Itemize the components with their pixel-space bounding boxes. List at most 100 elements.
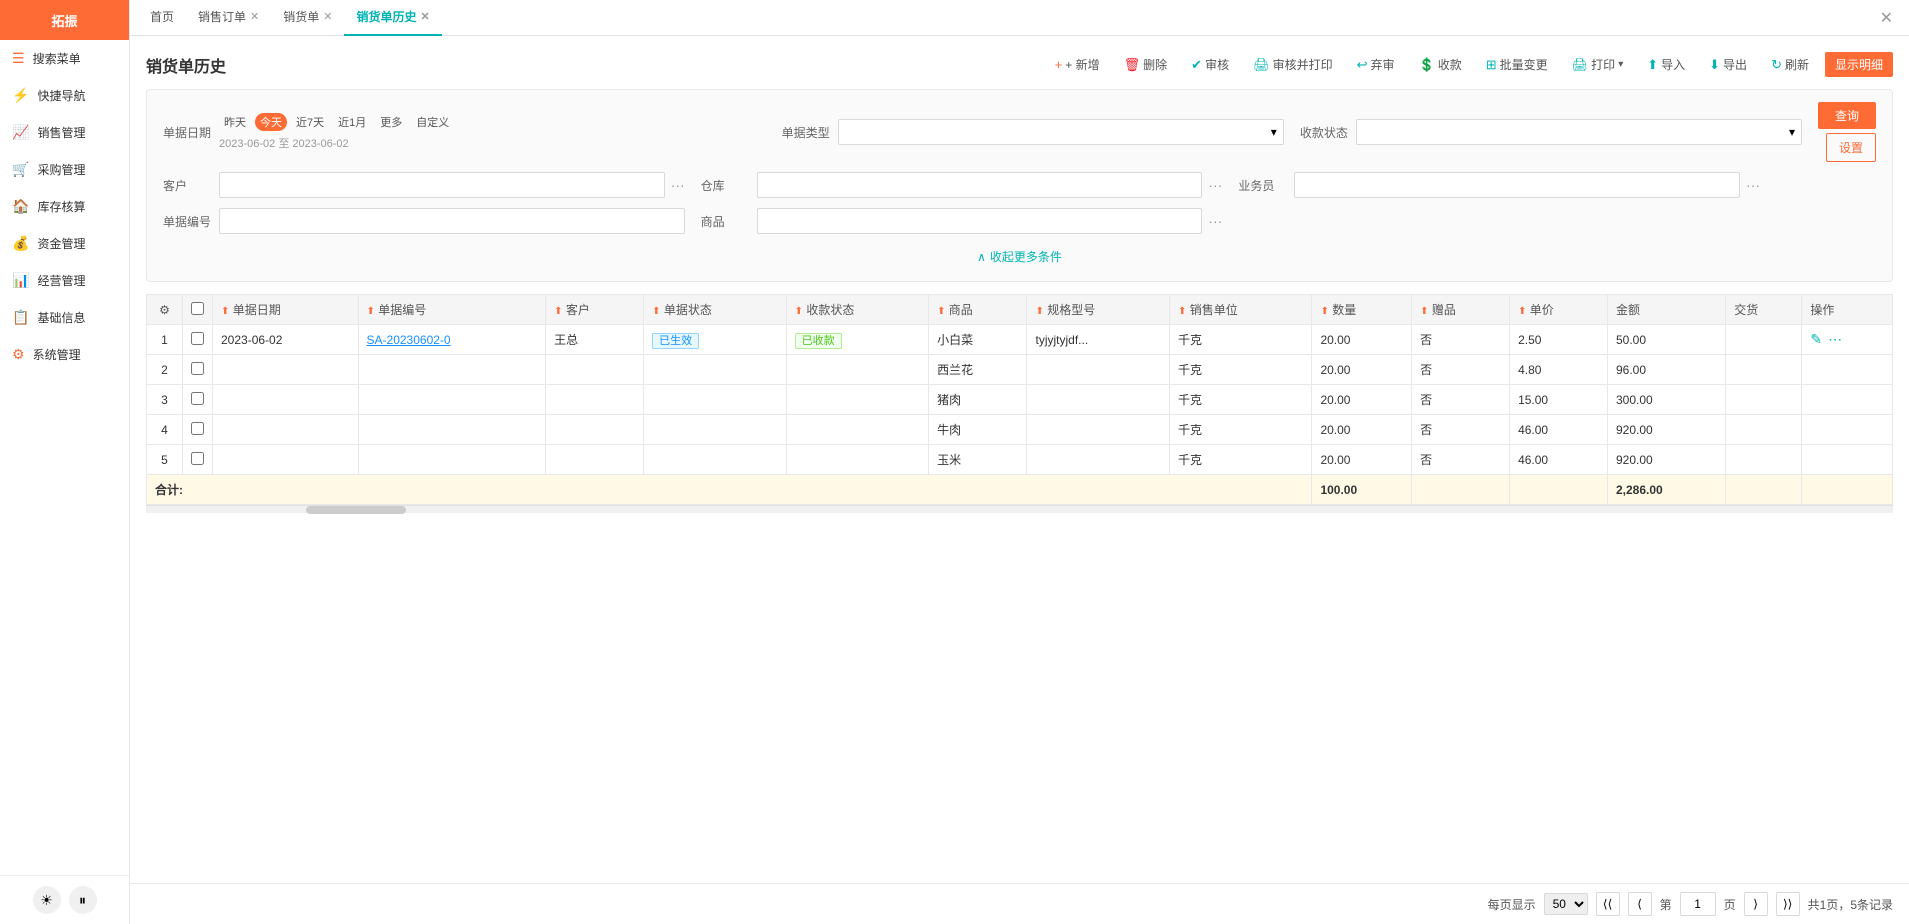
row2-doc-status bbox=[644, 355, 786, 385]
next-page-btn[interactable]: ⟩ bbox=[1744, 892, 1768, 916]
refresh-button[interactable]: ↻ 刷新 bbox=[1763, 52, 1817, 77]
scrollbar-thumb[interactable] bbox=[306, 506, 406, 514]
sidebar-item-label: 经营管理 bbox=[37, 272, 85, 289]
sidebar-item-funds-mgmt[interactable]: 💰 资金管理 bbox=[0, 225, 129, 262]
row1-action: ✎ ⋯ bbox=[1802, 325, 1893, 355]
customer-ellipsis-btn[interactable]: ··· bbox=[671, 177, 685, 193]
sidebar-item-ops-mgmt[interactable]: 📊 经营管理 bbox=[0, 262, 129, 299]
sidebar-sun-btn[interactable]: ☀ bbox=[33, 886, 61, 914]
row4-check[interactable] bbox=[183, 415, 213, 445]
sidebar-item-quick-nav[interactable]: ⚡ 快捷导航 bbox=[0, 77, 129, 114]
last-page-btn[interactable]: ⟩⟩ bbox=[1776, 892, 1800, 916]
sidebar-item-purchase-mgmt[interactable]: 🛒 采购管理 bbox=[0, 151, 129, 188]
summary-action bbox=[1802, 475, 1893, 505]
date-btn-custom[interactable]: 自定义 bbox=[411, 113, 454, 131]
date-btn-more[interactable]: 更多 bbox=[375, 113, 407, 131]
warehouse-ellipsis-btn[interactable]: ··· bbox=[1208, 177, 1222, 193]
col-check[interactable] bbox=[183, 295, 213, 325]
col-price[interactable]: ⬆ 单价 bbox=[1510, 295, 1608, 325]
batch-change-button[interactable]: ⊞ 批量变更 bbox=[1478, 52, 1556, 77]
close-all-tabs-button[interactable]: ✕ bbox=[1872, 8, 1901, 28]
row1-unit: 千克 bbox=[1169, 325, 1311, 355]
col-collect-status[interactable]: ⬆ 收款状态 bbox=[786, 295, 928, 325]
goods-ellipsis-btn[interactable]: ··· bbox=[1208, 213, 1222, 229]
audit-button[interactable]: ✔ 审核 bbox=[1183, 52, 1237, 77]
customer-input[interactable] bbox=[219, 172, 665, 198]
row5-check[interactable] bbox=[183, 445, 213, 475]
goods-input[interactable] bbox=[757, 208, 1203, 234]
warehouse-input[interactable] bbox=[757, 172, 1203, 198]
sidebar-pause-btn[interactable]: ⏸ bbox=[69, 886, 97, 914]
page-content: 销货单历史 + + 新增 🗑 删除 ✔ 审核 🖨 审核并打印 bbox=[130, 36, 1909, 883]
col-unit[interactable]: ⬆ 销售单位 bbox=[1169, 295, 1311, 325]
first-page-btn[interactable]: ⟨⟨ bbox=[1596, 892, 1620, 916]
tab-home[interactable]: 首页 bbox=[138, 0, 186, 36]
sort-icon-price: ⬆ bbox=[1518, 306, 1526, 317]
tab-sales-goods[interactable]: 销货单 ✕ bbox=[271, 0, 344, 36]
new-button[interactable]: + + 新增 bbox=[1047, 52, 1108, 77]
set-button[interactable]: 设置 bbox=[1826, 133, 1876, 162]
collect-status-select[interactable]: ▾ bbox=[1356, 119, 1802, 145]
row5-checkbox[interactable] bbox=[191, 452, 204, 465]
row4-checkbox[interactable] bbox=[191, 422, 204, 435]
horizontal-scrollbar[interactable] bbox=[146, 505, 1893, 513]
batch-change-icon: ⊞ bbox=[1486, 57, 1497, 73]
col-date[interactable]: ⬆ 单据日期 bbox=[213, 295, 359, 325]
col-goods[interactable]: ⬆ 商品 bbox=[929, 295, 1027, 325]
row1-check[interactable] bbox=[183, 325, 213, 355]
col-customer[interactable]: ⬆ 客户 bbox=[546, 295, 644, 325]
col-gift[interactable]: ⬆ 赠品 bbox=[1412, 295, 1510, 325]
import-button[interactable]: ⬆ 导入 bbox=[1639, 52, 1693, 77]
date-btn-1month[interactable]: 近1月 bbox=[333, 113, 371, 131]
row1-checkbox[interactable] bbox=[191, 332, 204, 345]
salesperson-ellipsis-btn[interactable]: ··· bbox=[1746, 177, 1760, 193]
export-button[interactable]: ⬇ 导出 bbox=[1701, 52, 1755, 77]
print-button[interactable]: 🖨 打印 ▾ bbox=[1564, 52, 1632, 77]
sidebar-item-sys-mgmt[interactable]: ⚙ 系统管理 bbox=[0, 336, 129, 373]
col-no[interactable]: ⬆ 单据编号 bbox=[358, 295, 546, 325]
tab-sales-order-close[interactable]: ✕ bbox=[250, 10, 259, 23]
col-settings[interactable]: ⚙ bbox=[147, 295, 183, 325]
display-detail-button[interactable]: 显示明细 bbox=[1825, 52, 1893, 77]
row2-checkbox[interactable] bbox=[191, 362, 204, 375]
page-size-select[interactable]: 50 bbox=[1544, 893, 1588, 915]
date-btn-today[interactable]: 今天 bbox=[255, 113, 287, 131]
collapse-button[interactable]: ∧ 收起更多条件 bbox=[163, 244, 1876, 269]
audit-print-button[interactable]: 🖨 审核并打印 bbox=[1245, 52, 1341, 77]
row3-checkbox[interactable] bbox=[191, 392, 204, 405]
collect-button[interactable]: 💲 收款 bbox=[1411, 52, 1470, 77]
sidebar-item-label: 基础信息 bbox=[37, 309, 85, 326]
row4-doc-status bbox=[644, 415, 786, 445]
sidebar-item-sales-mgmt[interactable]: 📈 销售管理 bbox=[0, 114, 129, 151]
row1-more-btn[interactable]: ⋯ bbox=[1828, 331, 1842, 348]
tab-sales-goods-close[interactable]: ✕ bbox=[323, 10, 332, 23]
col-qty[interactable]: ⬆ 数量 bbox=[1312, 295, 1412, 325]
tab-sales-order[interactable]: 销售订单 ✕ bbox=[186, 0, 271, 36]
page-number-input[interactable] bbox=[1680, 892, 1716, 916]
date-btn-yesterday[interactable]: 昨天 bbox=[219, 113, 251, 131]
col-doc-status[interactable]: ⬆ 单据状态 bbox=[644, 295, 786, 325]
sidebar-item-inventory[interactable]: 🏠 库存核算 bbox=[0, 188, 129, 225]
row2-check[interactable] bbox=[183, 355, 213, 385]
salesperson-label: 业务员 bbox=[1238, 177, 1288, 194]
query-button[interactable]: 查询 bbox=[1818, 102, 1876, 129]
doc-type-select[interactable]: ▾ bbox=[838, 119, 1284, 145]
row1-edit-btn[interactable]: ✎ bbox=[1810, 331, 1822, 348]
sidebar-item-search-menu[interactable]: ☰ 搜索菜单 bbox=[0, 40, 129, 77]
abandon-button[interactable]: ↩ 弃审 bbox=[1349, 52, 1403, 77]
doc-no-input[interactable] bbox=[219, 208, 685, 234]
row3-check[interactable] bbox=[183, 385, 213, 415]
tab-sales-history-close[interactable]: ✕ bbox=[421, 10, 430, 23]
delete-button[interactable]: 🗑 删除 bbox=[1116, 52, 1176, 77]
col-spec[interactable]: ⬆ 规格型号 bbox=[1027, 295, 1169, 325]
prev-page-btn[interactable]: ⟨ bbox=[1628, 892, 1652, 916]
select-all-checkbox[interactable] bbox=[191, 302, 204, 315]
table-body: 1 2023-06-02 SA-20230602-0 王总 已生效 已收款 小白… bbox=[147, 325, 1893, 505]
row5-no bbox=[358, 445, 546, 475]
date-btn-7days[interactable]: 近7天 bbox=[291, 113, 329, 131]
tab-sales-history[interactable]: 销货单历史 ✕ bbox=[344, 0, 441, 36]
salesperson-input[interactable] bbox=[1294, 172, 1740, 198]
row1-collect-status-badge: 已收款 bbox=[795, 333, 842, 349]
sidebar-item-basic-info[interactable]: 📋 基础信息 bbox=[0, 299, 129, 336]
row1-no-link[interactable]: SA-20230602-0 bbox=[367, 333, 451, 347]
